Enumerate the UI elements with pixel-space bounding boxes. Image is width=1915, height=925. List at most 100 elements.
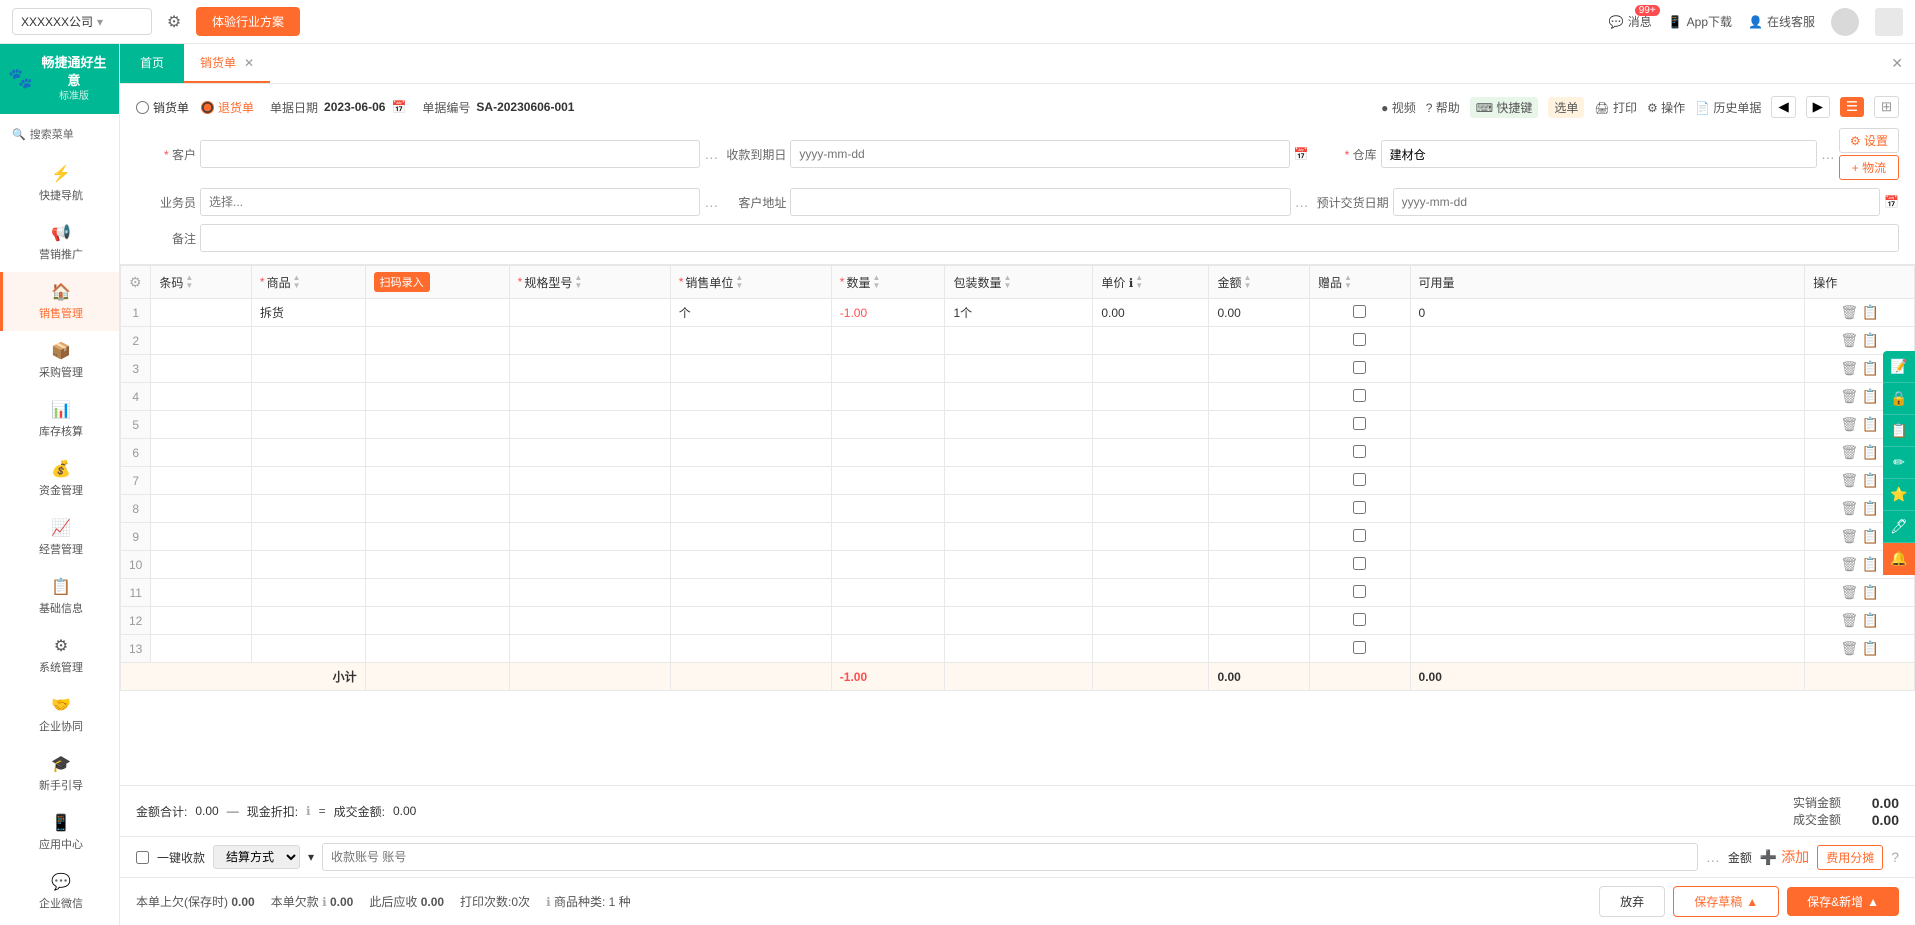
tool-clipboard-button[interactable]: 📋 [1883, 415, 1915, 447]
row-product[interactable] [251, 439, 365, 467]
row-barcode[interactable] [151, 355, 252, 383]
shortcuts-link[interactable]: ⌨ 快捷键 [1470, 97, 1539, 118]
row-pkg-qty[interactable] [945, 607, 1093, 635]
row-qty[interactable] [831, 495, 945, 523]
row-barcode[interactable] [151, 327, 252, 355]
row-barcode[interactable] [151, 299, 252, 327]
payment-method-select[interactable]: 结算方式 [213, 845, 300, 869]
row-gift[interactable] [1309, 327, 1410, 355]
delete-row-button[interactable]: 🗑 [1840, 584, 1858, 601]
delete-row-button[interactable]: 🗑 [1840, 612, 1858, 629]
column-settings-button[interactable]: ⚙ [129, 274, 142, 291]
row-qty[interactable] [831, 411, 945, 439]
copy-row-button[interactable]: 📋 [1861, 304, 1878, 321]
account-input[interactable] [322, 843, 1698, 871]
row-qty[interactable] [831, 383, 945, 411]
row-unit[interactable] [670, 411, 831, 439]
row-spec[interactable] [509, 383, 670, 411]
tab-home[interactable]: 首页 [120, 44, 184, 83]
row-spec[interactable] [509, 523, 670, 551]
sidebar-item-finance[interactable]: 💰资金管理 [0, 449, 119, 508]
row-qty[interactable] [831, 579, 945, 607]
sidebar-item-system[interactable]: ⚙系统管理 [0, 626, 119, 685]
row-unit-price[interactable] [1093, 383, 1209, 411]
row-amount[interactable] [1209, 439, 1310, 467]
tool-edit-button[interactable]: ✏ [1883, 447, 1915, 479]
operations-link[interactable]: ⚙ 操作 [1647, 99, 1685, 116]
sidebar-item-apps[interactable]: 📱应用中心 [0, 803, 119, 862]
message-button[interactable]: 💬 消息 99+ [1609, 13, 1652, 30]
print-link[interactable]: 🖨 打印 [1594, 99, 1637, 116]
row-barcode[interactable] [151, 439, 252, 467]
save-draft-button[interactable]: 保存草稿 ▲ [1673, 886, 1779, 917]
row-amount[interactable] [1209, 523, 1310, 551]
row-product[interactable] [251, 495, 365, 523]
sidebar-item-member[interactable]: 👑畅会员 [0, 921, 119, 925]
row-spec[interactable] [509, 299, 670, 327]
row-barcode[interactable] [151, 579, 252, 607]
row-unit[interactable] [670, 551, 831, 579]
row-gift[interactable] [1309, 411, 1410, 439]
row-amount[interactable] [1209, 355, 1310, 383]
row-barcode[interactable] [151, 411, 252, 439]
row-unit-price[interactable] [1093, 467, 1209, 495]
row-amount[interactable] [1209, 327, 1310, 355]
tool-alert-button[interactable]: 🔔 [1883, 543, 1915, 575]
video-link[interactable]: ● 视频 [1381, 99, 1416, 116]
row-qty[interactable] [831, 635, 945, 663]
tab-close-icon[interactable]: ✕ [244, 56, 254, 70]
row-unit[interactable] [670, 607, 831, 635]
row-product[interactable] [251, 383, 365, 411]
row-qty[interactable]: -1.00 [831, 299, 945, 327]
company-selector[interactable]: XXXXXX公司 ▾ [12, 8, 152, 35]
row-unit[interactable] [670, 467, 831, 495]
row-pkg-qty[interactable] [945, 411, 1093, 439]
row-amount[interactable] [1209, 467, 1310, 495]
notes-input[interactable] [200, 224, 1899, 252]
row-barcode[interactable] [151, 607, 252, 635]
discount-info-icon[interactable]: ℹ [306, 804, 311, 818]
scan-button[interactable]: 扫码录入 [374, 272, 430, 292]
row-pkg-qty[interactable] [945, 355, 1093, 383]
row-product[interactable] [251, 635, 365, 663]
row-pkg-qty[interactable] [945, 467, 1093, 495]
copy-row-button[interactable]: 📋 [1861, 388, 1878, 405]
draft-dropdown-icon[interactable]: ▲ [1746, 895, 1758, 909]
row-unit[interactable] [670, 383, 831, 411]
row-gift[interactable] [1309, 355, 1410, 383]
abandon-button[interactable]: 放弃 [1599, 886, 1665, 917]
row-pkg-qty[interactable] [945, 495, 1093, 523]
trial-button[interactable]: 体验行业方案 [196, 7, 300, 36]
copy-row-button[interactable]: 📋 [1861, 444, 1878, 461]
payment-due-input[interactable] [790, 140, 1289, 168]
tool-lock-button[interactable]: 🔒 [1883, 383, 1915, 415]
copy-row-button[interactable]: 📋 [1861, 472, 1878, 489]
row-amount[interactable] [1209, 635, 1310, 663]
row-pkg-qty[interactable] [945, 383, 1093, 411]
row-unit-price[interactable] [1093, 579, 1209, 607]
nav-prev-button[interactable]: ◀ [1771, 96, 1795, 118]
sidebar-item-basic[interactable]: 📋基础信息 [0, 567, 119, 626]
sidebar-item-wechat[interactable]: 💬企业微信 [0, 862, 119, 921]
row-unit[interactable] [670, 579, 831, 607]
tool-pencil-button[interactable]: 🖊 [1883, 511, 1915, 543]
row-gift[interactable] [1309, 607, 1410, 635]
history-link[interactable]: 📄 历史单据 [1695, 99, 1761, 116]
row-unit[interactable] [670, 355, 831, 383]
user-menu[interactable] [1875, 8, 1903, 36]
help-link[interactable]: ? 帮助 [1426, 99, 1460, 116]
row-barcode[interactable] [151, 467, 252, 495]
row-unit[interactable]: 个 [670, 299, 831, 327]
sales-order-radio[interactable]: 销货单 [136, 99, 189, 116]
row-gift[interactable] [1309, 495, 1410, 523]
app-download-button[interactable]: 📱 App下载 [1668, 13, 1732, 30]
sidebar-item-operations[interactable]: 📈经营管理 [0, 508, 119, 567]
delete-row-button[interactable]: 🗑 [1840, 472, 1858, 489]
warehouse-more-icon[interactable]: … [1821, 146, 1835, 162]
row-pkg-qty[interactable] [945, 551, 1093, 579]
tab-sales-order[interactable]: 销货单 ✕ [184, 44, 270, 83]
copy-row-button[interactable]: 📋 [1861, 360, 1878, 377]
settings-gear-button[interactable]: ⚙ [160, 8, 188, 36]
delete-row-button[interactable]: 🗑 [1840, 360, 1858, 377]
select-link[interactable]: 选单 [1548, 97, 1584, 118]
